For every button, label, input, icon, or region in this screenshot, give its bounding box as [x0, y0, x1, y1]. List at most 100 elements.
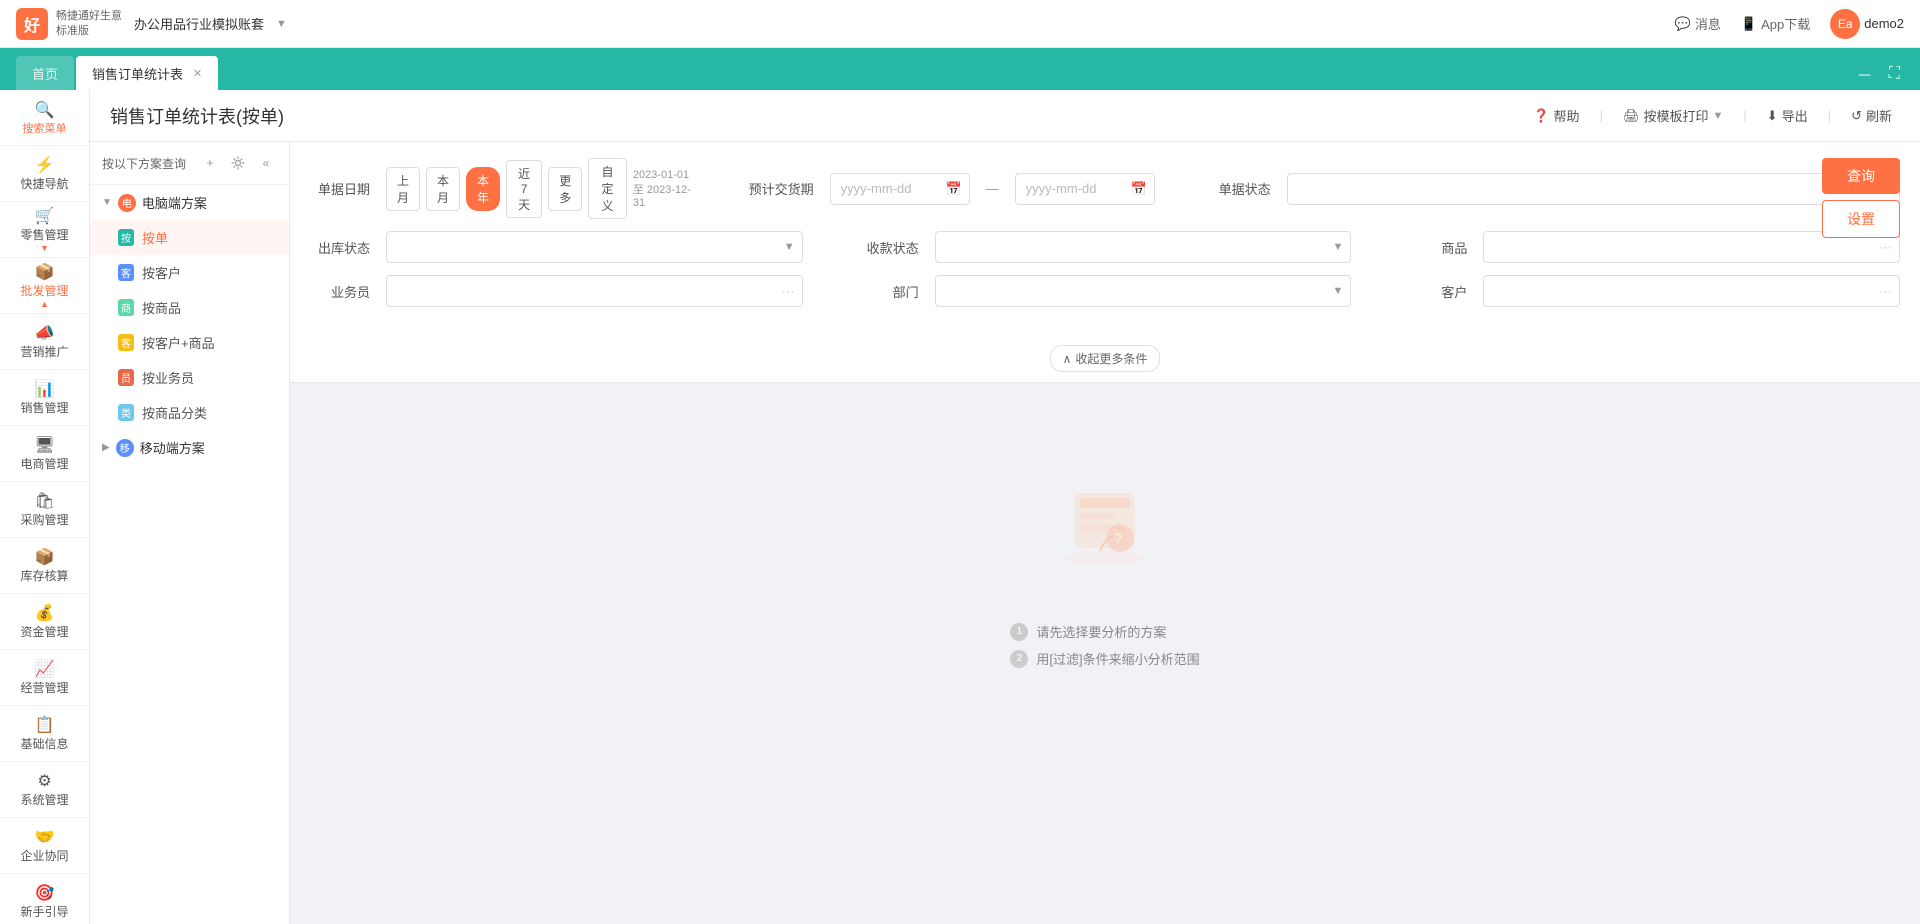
refresh-icon: ↺ [1851, 108, 1862, 124]
delivery-date-start[interactable] [830, 173, 970, 205]
delivery-status-select[interactable] [386, 231, 803, 263]
main-layout: 🔍 搜索菜单 ⚡ 快捷导航 🛒 零售管理 ▼ 📦 批发管理 ▲ 📣 营销推广 📊… [0, 90, 1920, 924]
scheme-item-by-category[interactable]: 类 按商品分类 [90, 395, 289, 430]
print-btn[interactable]: 🖨 按模板打印 ▼ [1615, 102, 1731, 129]
print-dropdown-arrow[interactable]: ▼ [1712, 110, 1723, 122]
sidebar-item-quick-nav[interactable]: ⚡ 快捷导航 [0, 146, 89, 202]
search-menu-icon: 🔍 [35, 100, 55, 120]
user-name: demo2 [1864, 16, 1904, 31]
export-btn[interactable]: ⬇ 导出 [1759, 102, 1816, 129]
sidebar-item-guide[interactable]: 🎯 新手引导 [0, 874, 89, 924]
customer-more-btn[interactable]: ··· [1879, 284, 1892, 299]
desktop-group-icon: 电 [118, 194, 136, 212]
filter-row-person: 业务员 ··· 部门 ▼ 客户 ··· [310, 275, 1900, 307]
tab-close-btn[interactable]: ✕ [193, 67, 202, 80]
sidebar-item-operations[interactable]: 📈 经营管理 [0, 650, 89, 706]
sidebar-item-search[interactable]: 🔍 搜索菜单 [0, 90, 89, 146]
sidebar-item-finance[interactable]: 💰 资金管理 [0, 594, 89, 650]
basic-icon: 📋 [35, 715, 55, 735]
empty-state: ? 1 请先选择要分析的方案 2 用[过滤]条件来缩小分析范围 [290, 383, 1920, 756]
scheme-collapse-btn[interactable]: « [255, 152, 277, 174]
user-area[interactable]: Ea demo2 [1830, 9, 1904, 39]
title-dropdown-arrow[interactable]: ▼ [276, 18, 287, 30]
sales-icon: 📊 [35, 379, 55, 399]
query-btn[interactable]: 查询 [1822, 158, 1900, 194]
sidebar-item-ecommerce[interactable]: 🖥 电商管理 [0, 426, 89, 482]
customer-wrap: ··· [1483, 275, 1900, 307]
system-icon: ⚙ [37, 771, 51, 791]
scheme-item-by-staff[interactable]: 员 按业务员 [90, 360, 289, 395]
salesperson-label: 业务员 [310, 282, 370, 301]
sidebar-item-basic[interactable]: 📋 基础信息 [0, 706, 89, 762]
page-header: 销售订单统计表(按单) ❓ 帮助 | 🖨 按模板打印 ▼ | ⬇ 导出 | [90, 90, 1920, 142]
scheme-item-by-cg[interactable]: 客 按客户+商品 [90, 325, 289, 360]
scheme-group-header-mobile[interactable]: ▶ 移 移动端方案 [90, 430, 289, 465]
order-status-select[interactable] [1287, 173, 1900, 205]
customer-input[interactable] [1483, 275, 1900, 307]
scheme-add-btn[interactable]: + [199, 152, 221, 174]
app-download-btn[interactable]: 📱 App下载 [1741, 14, 1810, 33]
scheme-panel-title: 按以下方案查询 [102, 155, 186, 172]
date-dash: — [986, 181, 999, 196]
date-btn-last-month[interactable]: 上月 [386, 167, 420, 211]
payment-status-select[interactable] [935, 231, 1352, 263]
sidebar-item-inventory[interactable]: 📦 库存核算 [0, 538, 89, 594]
delivery-date-end[interactable] [1015, 173, 1155, 205]
inventory-icon: 📦 [35, 547, 55, 567]
department-select[interactable] [935, 275, 1352, 307]
date-btn-7days[interactable]: 近7天 [506, 160, 542, 218]
scheme-icon-staff: 员 [118, 369, 134, 386]
help-btn[interactable]: ❓ 帮助 [1525, 102, 1587, 129]
print-icon: 🖨 [1623, 108, 1640, 124]
refresh-btn[interactable]: ↺ 刷新 [1843, 102, 1900, 129]
sep2: | [1743, 108, 1746, 123]
date-btn-more[interactable]: 更多 [548, 167, 582, 211]
scheme-item-by-order[interactable]: 按 按单 [90, 220, 289, 255]
tab-sales-stats[interactable]: 销售订单统计表 ✕ [76, 56, 218, 90]
wholesale-icon: 📦 [35, 262, 55, 282]
sidebar-item-system[interactable]: ⚙ 系统管理 [0, 762, 89, 818]
order-status-label: 单据状态 [1211, 179, 1271, 198]
tab-home[interactable]: 首页 [16, 56, 74, 90]
tab-maximize-btn[interactable]: ⛶ [1885, 61, 1904, 87]
goods-more-btn[interactable]: ··· [1879, 240, 1892, 255]
message-icon: 💬 [1675, 16, 1691, 32]
sep1: | [1600, 108, 1603, 123]
scheme-panel: 按以下方案查询 + « ▼ 电 电脑端方案 [90, 142, 290, 924]
date-label: 单据日期 [310, 179, 370, 198]
logo-text: 畅捷通好生意 标准版 [56, 9, 122, 38]
inner-content: 按以下方案查询 + « ▼ 电 电脑端方案 [90, 142, 1920, 924]
marketing-icon: 📣 [35, 323, 55, 343]
sidebar-item-purchase[interactable]: 🛍 采购管理 [0, 482, 89, 538]
scheme-item-by-customer[interactable]: 客 按客户 [90, 255, 289, 290]
date-btn-this-month[interactable]: 本月 [426, 167, 460, 211]
settings-btn[interactable]: 设置 [1822, 200, 1900, 238]
sidebar-item-wholesale[interactable]: 📦 批发管理 ▲ [0, 258, 89, 314]
customer-label: 客户 [1407, 282, 1467, 301]
empty-illustration: ? [1045, 463, 1165, 602]
department-wrap: ▼ [935, 275, 1352, 307]
salesperson-wrap: ··· [386, 275, 803, 307]
logo-icon: 好 [16, 8, 48, 40]
salesperson-input[interactable] [386, 275, 803, 307]
mobile-group-arrow: ▶ [102, 442, 110, 453]
hint-num-1: 1 [1010, 623, 1028, 641]
finance-icon: 💰 [35, 603, 55, 623]
scheme-settings-btn[interactable] [227, 152, 249, 174]
scheme-group-header-desktop[interactable]: ▼ 电 电脑端方案 [90, 185, 289, 220]
page-title: 销售订单统计表(按单) [110, 103, 284, 141]
mobile-group-icon: 移 [116, 439, 134, 457]
salesperson-more-btn[interactable]: ··· [782, 284, 795, 299]
sidebar-item-enterprise[interactable]: 🤝 企业协同 [0, 818, 89, 874]
tab-minimize-btn[interactable]: － [1853, 58, 1877, 90]
filter-actions-right: 查询 设置 [1822, 158, 1900, 238]
scheme-icon-customer: 客 [118, 264, 134, 281]
sidebar-item-retail[interactable]: 🛒 零售管理 ▼ [0, 202, 89, 258]
sidebar-item-sales[interactable]: 📊 销售管理 [0, 370, 89, 426]
collapse-btn[interactable]: ∧ 收起更多条件 [1050, 345, 1161, 372]
sidebar-item-marketing[interactable]: 📣 营销推广 [0, 314, 89, 370]
scheme-item-by-goods[interactable]: 商 按商品 [90, 290, 289, 325]
message-btn[interactable]: 💬 消息 [1675, 14, 1721, 33]
date-btn-this-year[interactable]: 本年 [466, 167, 500, 211]
date-btn-custom[interactable]: 自定义 [588, 158, 627, 219]
